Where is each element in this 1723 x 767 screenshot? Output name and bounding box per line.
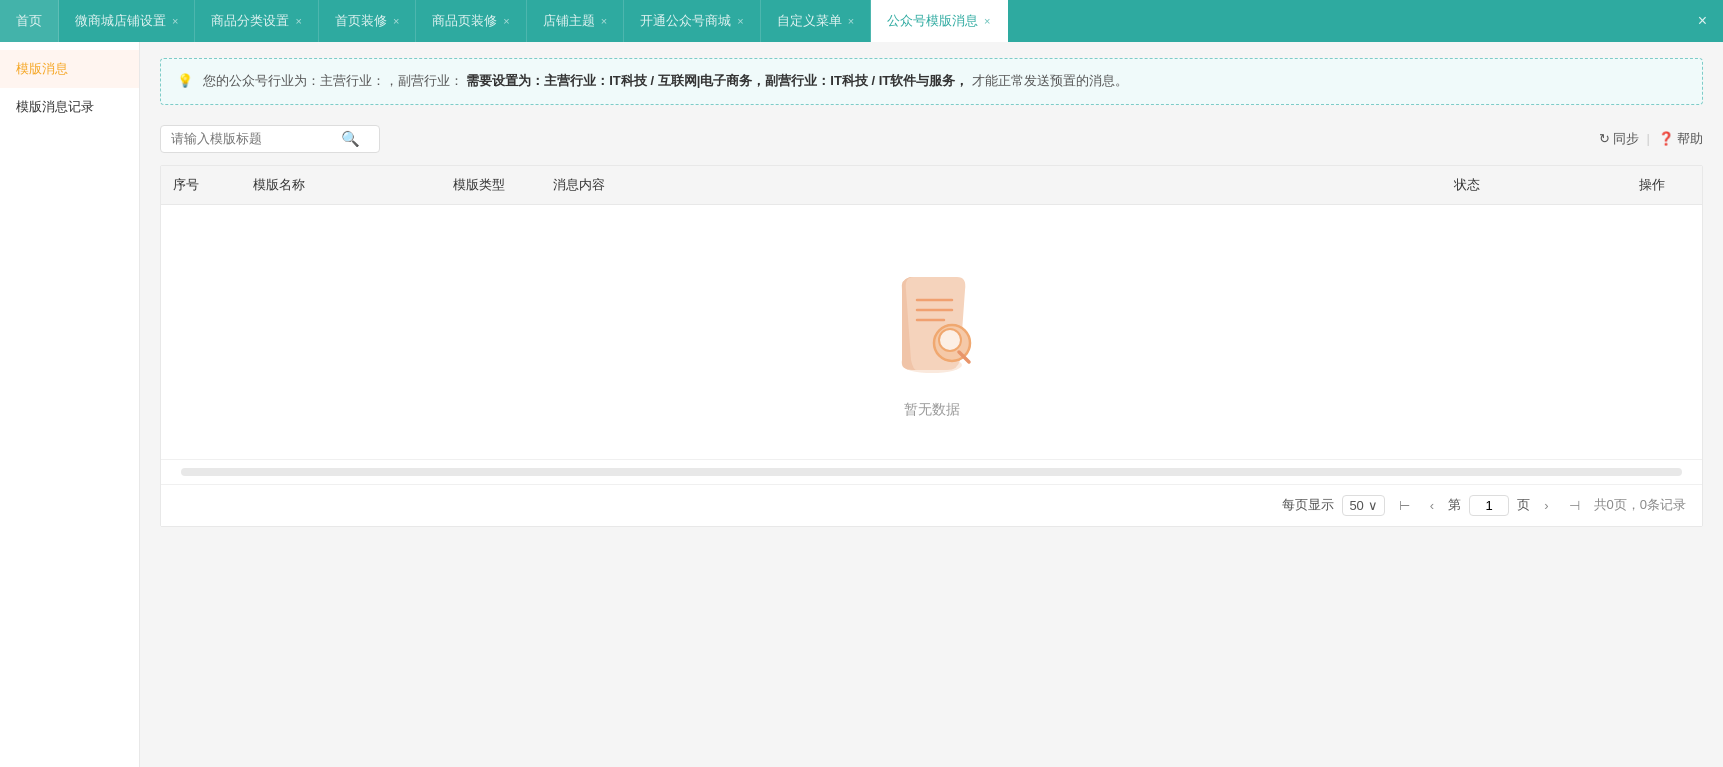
tab-custom-menu-close[interactable]: × bbox=[848, 15, 854, 27]
notice-box: 💡 您的公众号行业为：主营行业：，副营行业： 需要设置为：主营行业：IT科技 /… bbox=[160, 58, 1703, 105]
sidebar-item-template-message-record-label: 模版消息记录 bbox=[16, 99, 94, 114]
sidebar: 模版消息 模版消息记录 bbox=[0, 42, 140, 767]
tab-shop-theme[interactable]: 店铺主题 × bbox=[527, 0, 624, 42]
page-first-btn[interactable]: ⊢ bbox=[1393, 496, 1416, 515]
tab-open-wechat-shop-label: 开通公众号商城 bbox=[640, 12, 731, 30]
tab-home-decoration-close[interactable]: × bbox=[393, 15, 399, 27]
tab-open-wechat-shop[interactable]: 开通公众号商城 × bbox=[624, 0, 760, 42]
tab-open-wechat-shop-close[interactable]: × bbox=[737, 15, 743, 27]
data-table: 序号 模版名称 模版类型 消息内容 状态 操作 bbox=[160, 165, 1703, 527]
actions-divider: | bbox=[1647, 131, 1650, 146]
table-header: 序号 模版名称 模版类型 消息内容 状态 操作 bbox=[161, 166, 1702, 205]
bulb-icon: 💡 bbox=[177, 71, 193, 92]
tab-shop-theme-label: 店铺主题 bbox=[543, 12, 595, 30]
main-layout: 模版消息 模版消息记录 💡 您的公众号行业为：主营行业：，副营行业： 需要设置为… bbox=[0, 42, 1723, 767]
search-actions: ↻ 同步 | ❓ 帮助 bbox=[1599, 130, 1703, 148]
page-size-select[interactable]: 50 ∨ bbox=[1342, 495, 1384, 516]
sidebar-item-template-message[interactable]: 模版消息 bbox=[0, 50, 139, 88]
page-size-value: 50 bbox=[1349, 498, 1363, 513]
th-type: 模版类型 bbox=[441, 166, 541, 204]
tab-product-category-label: 商品分类设置 bbox=[211, 12, 289, 30]
page-size-label: 每页显示 bbox=[1282, 496, 1334, 514]
page-next-btn[interactable]: › bbox=[1538, 496, 1554, 515]
th-content: 消息内容 bbox=[541, 166, 1442, 204]
th-name: 模版名称 bbox=[241, 166, 441, 204]
tab-product-decoration-label: 商品页装修 bbox=[432, 12, 497, 30]
tab-product-decoration[interactable]: 商品页装修 × bbox=[416, 0, 526, 42]
th-ops: 操作 bbox=[1602, 166, 1702, 204]
tab-bar: 首页 微商城店铺设置 × 商品分类设置 × 首页装修 × 商品页装修 × 店铺主… bbox=[0, 0, 1723, 42]
sidebar-item-template-message-record[interactable]: 模版消息记录 bbox=[0, 88, 139, 126]
empty-icon bbox=[872, 265, 992, 385]
help-label: 帮助 bbox=[1677, 130, 1703, 148]
th-seq: 序号 bbox=[161, 166, 241, 204]
notice-text3: 才能正常发送预置的消息。 bbox=[972, 73, 1128, 88]
horizontal-scrollbar[interactable] bbox=[181, 468, 1682, 476]
svg-point-5 bbox=[939, 329, 961, 351]
sync-icon: ↻ bbox=[1599, 131, 1610, 146]
scroll-track-wrap bbox=[161, 459, 1702, 484]
empty-state: 暂无数据 bbox=[161, 205, 1702, 459]
help-icon: ❓ bbox=[1658, 131, 1674, 146]
pagination: 每页显示 50 ∨ ⊢ ‹ 第 页 › ⊣ 共0页，0条记录 bbox=[161, 484, 1702, 526]
page-label: 页 bbox=[1517, 496, 1530, 514]
tab-template-message-label: 公众号模版消息 bbox=[887, 12, 978, 30]
tab-custom-menu[interactable]: 自定义菜单 × bbox=[761, 0, 871, 42]
search-input[interactable] bbox=[171, 131, 341, 146]
notice-text2: 需要设置为：主营行业：IT科技 / 互联网|电子商务，副营行业：IT科技 / I… bbox=[466, 73, 968, 88]
tab-template-message[interactable]: 公众号模版消息 × bbox=[871, 0, 1007, 42]
empty-text: 暂无数据 bbox=[904, 401, 960, 419]
tab-product-category[interactable]: 商品分类设置 × bbox=[195, 0, 318, 42]
tab-product-category-close[interactable]: × bbox=[295, 15, 301, 27]
sync-label: 同步 bbox=[1613, 130, 1639, 148]
sidebar-item-template-message-label: 模版消息 bbox=[16, 61, 68, 76]
tab-home[interactable]: 首页 bbox=[0, 0, 59, 42]
page-number-input[interactable] bbox=[1469, 495, 1509, 516]
tab-bar-close-all[interactable]: × bbox=[1682, 12, 1723, 30]
th-status: 状态 bbox=[1442, 166, 1602, 204]
tab-template-message-close[interactable]: × bbox=[984, 15, 990, 27]
search-input-wrap[interactable]: 🔍 bbox=[160, 125, 380, 153]
help-button[interactable]: ❓ 帮助 bbox=[1658, 130, 1703, 148]
search-icon[interactable]: 🔍 bbox=[341, 130, 360, 148]
sync-button[interactable]: ↻ 同步 bbox=[1599, 130, 1639, 148]
tab-shop-theme-close[interactable]: × bbox=[601, 15, 607, 27]
tab-home-decoration[interactable]: 首页装修 × bbox=[319, 0, 416, 42]
tab-shop-settings-close[interactable]: × bbox=[172, 15, 178, 27]
tab-home-label: 首页 bbox=[16, 12, 42, 30]
tab-home-decoration-label: 首页装修 bbox=[335, 12, 387, 30]
page-word-label: 第 bbox=[1448, 496, 1461, 514]
content-area: 💡 您的公众号行业为：主营行业：，副营行业： 需要设置为：主营行业：IT科技 /… bbox=[140, 42, 1723, 767]
page-last-btn[interactable]: ⊣ bbox=[1563, 496, 1586, 515]
search-bar: 🔍 ↻ 同步 | ❓ 帮助 bbox=[160, 125, 1703, 153]
tab-custom-menu-label: 自定义菜单 bbox=[777, 12, 842, 30]
page-prev-btn[interactable]: ‹ bbox=[1424, 496, 1440, 515]
tab-product-decoration-close[interactable]: × bbox=[503, 15, 509, 27]
tab-shop-settings[interactable]: 微商城店铺设置 × bbox=[59, 0, 195, 42]
tab-shop-settings-label: 微商城店铺设置 bbox=[75, 12, 166, 30]
page-size-dropdown-icon: ∨ bbox=[1368, 498, 1378, 513]
page-total-info: 共0页，0条记录 bbox=[1594, 496, 1686, 514]
notice-text1: 您的公众号行业为：主营行业：，副营行业： bbox=[203, 73, 463, 88]
